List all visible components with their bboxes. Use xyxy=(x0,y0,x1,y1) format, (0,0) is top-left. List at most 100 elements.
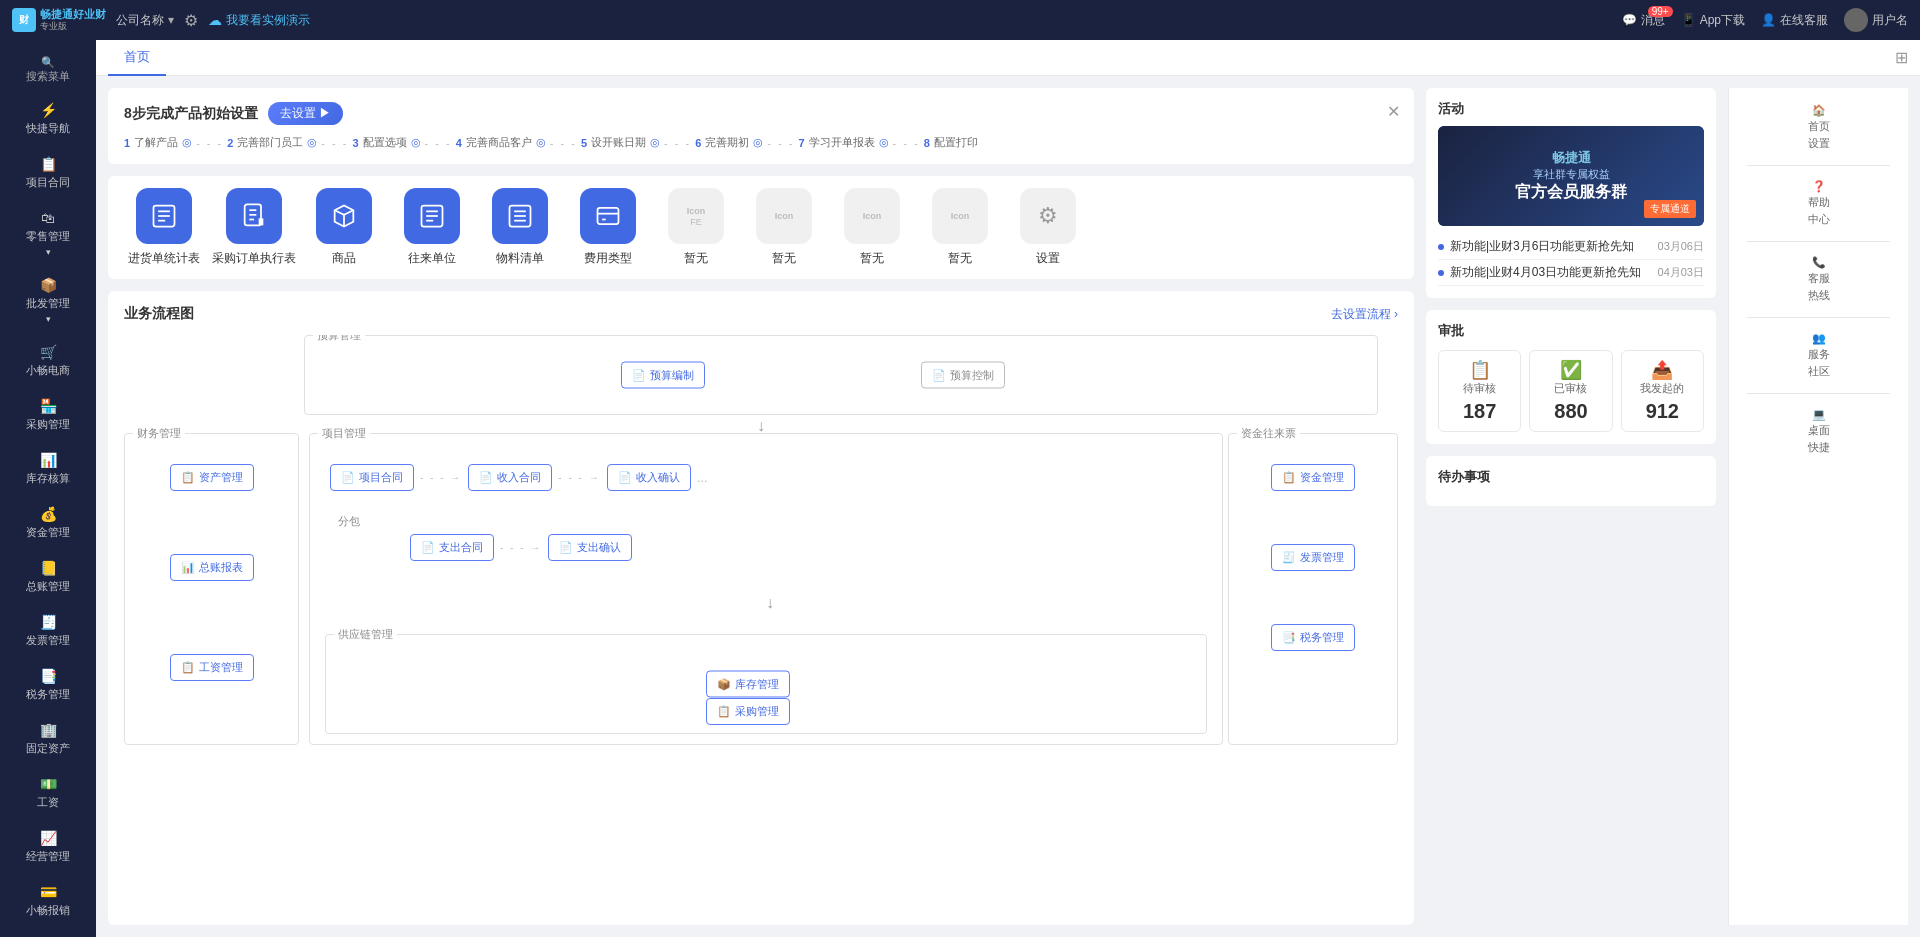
icon-none4[interactable]: Icon 暂无 xyxy=(920,188,1000,267)
approval-pending[interactable]: 📋 待审核 187 xyxy=(1438,350,1521,432)
done-label: 已审核 xyxy=(1554,381,1587,396)
rs-item-hotline[interactable]: 📞 客服 热线 xyxy=(1729,248,1908,311)
sidebar-item-basic-info[interactable]: ℹ 基础信息 xyxy=(0,928,96,937)
icon-expense-type[interactable]: 费用类型 xyxy=(568,188,648,267)
step-5[interactable]: 5 设开账日期 ◎ xyxy=(581,135,660,150)
sidebar-item-label: 快捷导航 xyxy=(26,121,70,136)
activity-item-2[interactable]: 新功能|业财4月03日功能更新抢先知 04月03日 xyxy=(1438,260,1704,286)
budget-control-node[interactable]: 📄 预算控制 xyxy=(921,362,1005,389)
activity-banner[interactable]: 畅捷通 享社群专属权益 官方会员服务群 专属通道 xyxy=(1438,126,1704,226)
step-1[interactable]: 1 了解产品 ◎ xyxy=(124,135,192,150)
approval-mine[interactable]: 📤 我发起的 912 xyxy=(1621,350,1704,432)
rs-item-help[interactable]: ❓ 帮助 中心 xyxy=(1729,172,1908,235)
maximize-button[interactable]: ⊞ xyxy=(1895,48,1908,67)
expense-icon: 💳 xyxy=(40,884,57,900)
sidebar-item-assets[interactable]: 🏢 固定资产 xyxy=(0,712,96,766)
assets-icon: 🏢 xyxy=(40,722,57,738)
sidebar-item-invoice[interactable]: 🧾 发票管理 xyxy=(0,604,96,658)
quick-icons-panel: 进货单统计表 采购订单执行表 xyxy=(108,176,1414,279)
rs-divider1 xyxy=(1747,165,1890,166)
sidebar-item-capital[interactable]: 💰 资金管理 xyxy=(0,496,96,550)
tax-mgmt-node[interactable]: 📑 税务管理 xyxy=(1271,624,1355,651)
messages-button[interactable]: 💬 消息 99+ xyxy=(1622,12,1665,29)
asset-mgmt-node[interactable]: 📋 资产管理 xyxy=(170,464,254,491)
icon-settings[interactable]: ⚙ 设置 xyxy=(1008,188,1088,267)
settings-icon[interactable]: ⚙ xyxy=(184,11,198,30)
inventory-node[interactable]: 📦 库存管理 xyxy=(706,671,790,698)
sidebar-item-wholesale[interactable]: 📦 批发管理 ▾ xyxy=(0,267,96,334)
svg-rect-17 xyxy=(598,208,619,224)
demo-link[interactable]: ☁ 我要看实例演示 xyxy=(208,12,310,29)
sidebar-item-purchase[interactable]: 🏪 采购管理 xyxy=(0,388,96,442)
doc-icon2: 📄 xyxy=(932,369,946,382)
tab-home[interactable]: 首页 xyxy=(108,40,166,76)
icon-none3[interactable]: Icon 暂无 xyxy=(832,188,912,267)
step-separator: - - - xyxy=(196,137,223,149)
income-contract-node[interactable]: 📄 收入合同 xyxy=(468,464,552,491)
icon-partners[interactable]: 往来单位 xyxy=(392,188,472,267)
activity-item-date2: 04月03日 xyxy=(1658,265,1704,280)
payroll-icon2: 📋 xyxy=(181,661,195,674)
invoice-mgmt-node[interactable]: 🧾 发票管理 xyxy=(1271,544,1355,571)
app-download-button[interactable]: 📱 App下载 xyxy=(1681,12,1745,29)
operations-icon: 📈 xyxy=(40,830,57,846)
sidebar-item-retail[interactable]: 🛍 零售管理 ▾ xyxy=(0,200,96,267)
online-service-button[interactable]: 👤 在线客服 xyxy=(1761,12,1828,29)
icon-bom[interactable]: 物料清单 xyxy=(480,188,560,267)
rs-item-desktop[interactable]: 💻 桌面 快捷 xyxy=(1729,400,1908,463)
expense-confirm-node[interactable]: 📄 支出确认 xyxy=(548,534,632,561)
sidebar-item-payroll[interactable]: 💵 工资 xyxy=(0,766,96,820)
step-8[interactable]: 8 配置打印 xyxy=(924,135,978,150)
top-right-area: 💬 消息 99+ 📱 App下载 👤 在线客服 用户名 xyxy=(1622,8,1908,32)
activity-item-1[interactable]: 新功能|业财3月6日功能更新抢先知 03月06日 xyxy=(1438,234,1704,260)
dot-icon xyxy=(1438,244,1444,250)
ico-icon: 📄 xyxy=(618,471,632,484)
search-menu-button[interactable]: 🔍 搜索菜单 xyxy=(0,48,96,92)
dashed-arrow2: - - - → xyxy=(558,472,600,483)
activity-item-text2: 新功能|业财4月03日功能更新抢先知 xyxy=(1450,264,1652,281)
icon-purchase-order[interactable]: 采购订单执行表 xyxy=(212,188,296,267)
sidebar-item-expense[interactable]: 💳 小畅报销 xyxy=(0,874,96,928)
ledger-report-node[interactable]: 📊 总账报表 xyxy=(170,554,254,581)
step-6[interactable]: 6 完善期初 ◎ xyxy=(695,135,763,150)
sidebar-item-ecommerce[interactable]: 🛒 小畅电商 xyxy=(0,334,96,388)
expense-contract-node[interactable]: 📄 支出合同 xyxy=(410,534,494,561)
doc-icon: 📄 xyxy=(632,369,646,382)
sidebar-item-label: 库存核算 xyxy=(26,471,70,486)
sidebar-item-tax[interactable]: 📑 税务管理 xyxy=(0,658,96,712)
app-logo: 财 畅捷通好业财 专业版 xyxy=(12,8,106,32)
sidebar-item-project[interactable]: 📋 项目合同 xyxy=(0,146,96,200)
banner-cta[interactable]: 专属通道 xyxy=(1644,200,1696,218)
rs-item-home-settings[interactable]: 🏠 首页 设置 xyxy=(1729,96,1908,159)
icon-purchase-stats[interactable]: 进货单统计表 xyxy=(124,188,204,267)
project-contract-node[interactable]: 📄 项目合同 xyxy=(330,464,414,491)
user-avatar[interactable]: 用户名 xyxy=(1844,8,1908,32)
close-banner-button[interactable]: ✕ xyxy=(1387,102,1400,121)
company-selector[interactable]: 公司名称 ▾ xyxy=(116,12,174,29)
icon-goods[interactable]: 商品 xyxy=(304,188,384,267)
sidebar-item-ledger[interactable]: 📒 总账管理 xyxy=(0,550,96,604)
capital-mgmt-node[interactable]: 📋 资金管理 xyxy=(1271,464,1355,491)
step-7[interactable]: 7 学习开单报表 ◎ xyxy=(798,135,888,150)
icon-none2[interactable]: Icon 暂无 xyxy=(744,188,824,267)
step-4[interactable]: 4 完善商品客户 ◎ xyxy=(456,135,546,150)
icon-label10: 暂无 xyxy=(948,250,972,267)
sidebar-item-operations[interactable]: 📈 经营管理 xyxy=(0,820,96,874)
icon-none1[interactable]: Icon FE 暂无 xyxy=(656,188,736,267)
income-confirm-node[interactable]: 📄 收入确认 xyxy=(607,464,691,491)
company-name: 公司名称 xyxy=(116,12,164,29)
budget-compile-node[interactable]: 📄 预算编制 xyxy=(621,362,705,389)
setup-button[interactable]: 去设置 ▶ xyxy=(268,102,343,125)
rs-item-community[interactable]: 👥 服务 社区 xyxy=(1729,324,1908,387)
step-2[interactable]: 2 完善部门员工 ◎ xyxy=(227,135,317,150)
supply-chain-section: 供应链管理 📦 库存管理 📋 采购管理 xyxy=(325,634,1207,734)
purchase-node[interactable]: 📋 采购管理 xyxy=(706,698,790,725)
sidebar-item-label: 税务管理 xyxy=(26,687,70,702)
step-3[interactable]: 3 配置选项 ◎ xyxy=(352,135,420,150)
chevron-right-icon2: ▾ xyxy=(46,314,51,324)
sidebar-item-quick-nav[interactable]: ⚡ 快捷导航 xyxy=(0,92,96,146)
flow-settings-link[interactable]: 去设置流程 › xyxy=(1331,306,1398,323)
approval-done[interactable]: ✅ 已审核 880 xyxy=(1529,350,1612,432)
payroll-node[interactable]: 📋 工资管理 xyxy=(170,654,254,681)
sidebar-item-inventory[interactable]: 📊 库存核算 xyxy=(0,442,96,496)
